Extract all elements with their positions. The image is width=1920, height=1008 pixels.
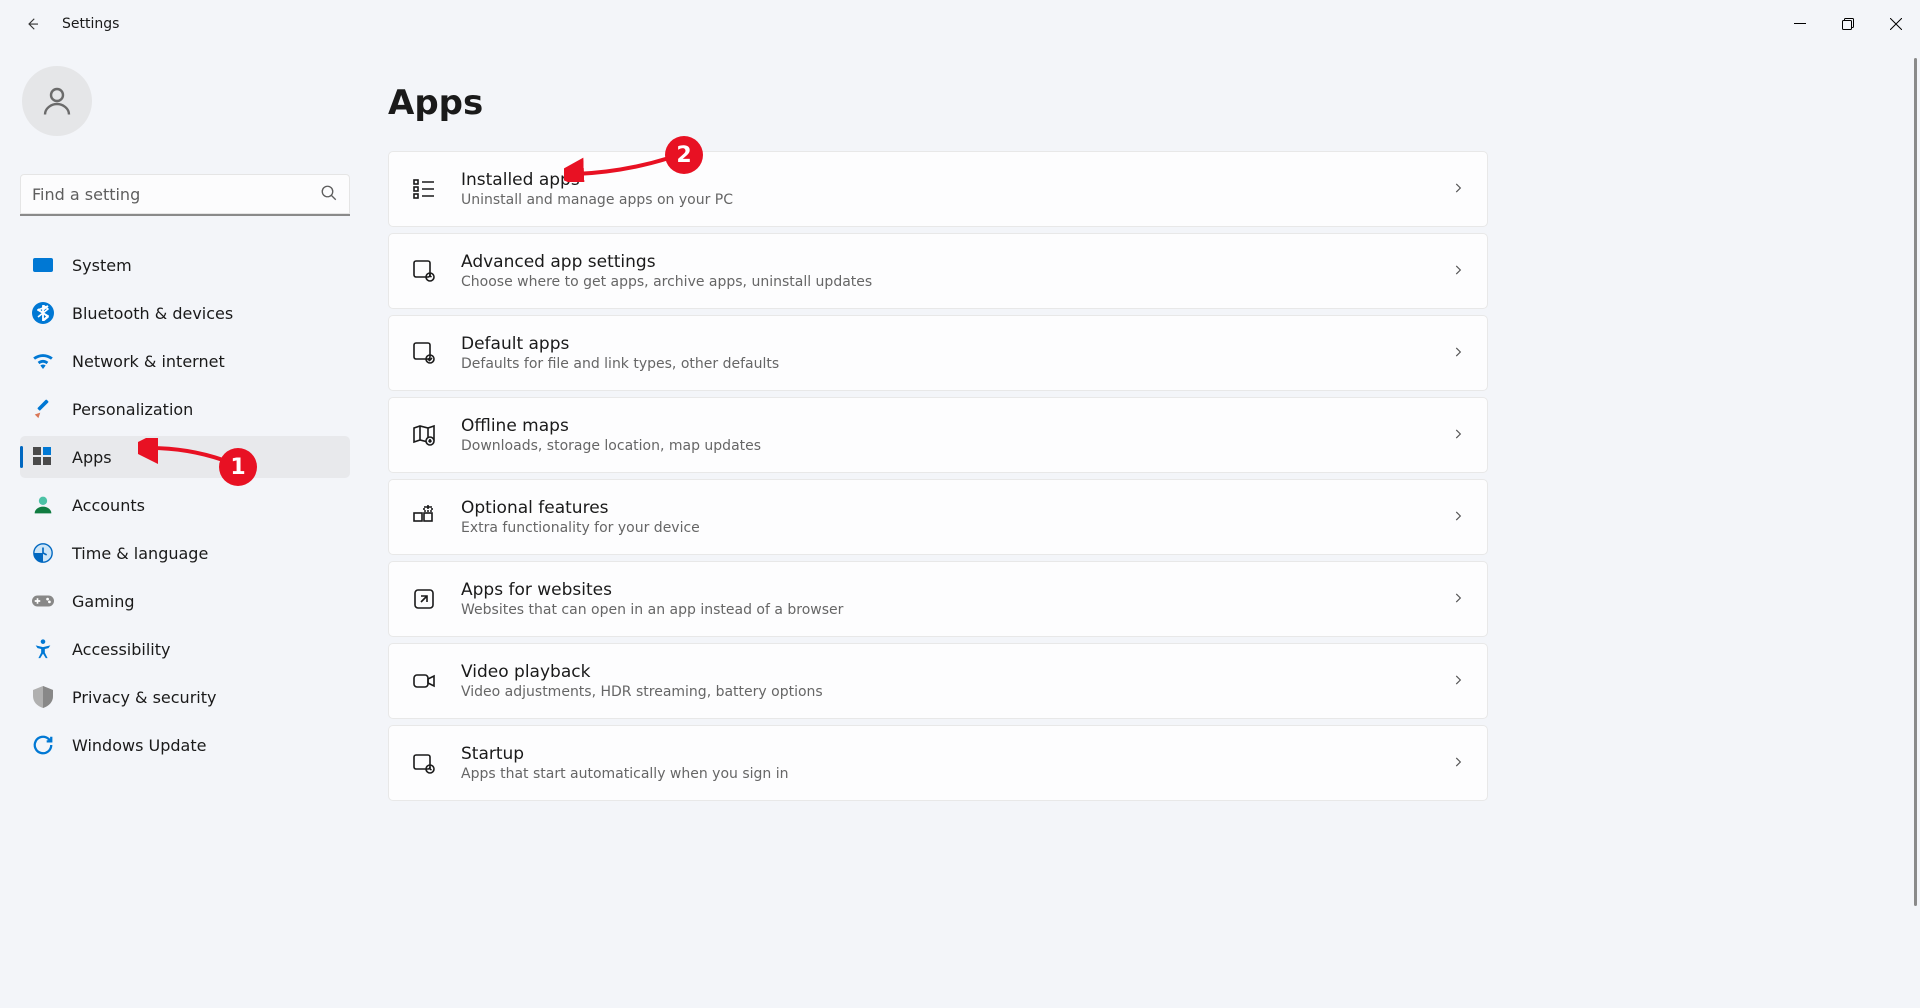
sidebar-item-gaming[interactable]: Gaming [20,580,350,622]
privacy-icon [32,686,54,708]
chevron-right-icon [1451,262,1465,281]
search-icon [320,184,338,206]
scrollbar-thumb[interactable] [1914,58,1917,906]
card-title: Apps for websites [461,580,1427,600]
titlebar: Settings [0,0,1920,48]
sidebar-item-accounts[interactable]: Accounts [20,484,350,526]
minimize-icon [1794,18,1806,30]
sidebar-item-time[interactable]: Time & language [20,532,350,574]
card-desc: Defaults for file and link types, other … [461,356,1427,372]
sidebar-item-windows-update[interactable]: Windows Update [20,724,350,766]
chevron-right-icon [1451,180,1465,199]
advanced-settings-icon [411,259,437,283]
optional-features-icon [411,505,437,529]
card-title: Video playback [461,662,1427,682]
sidebar-item-label: Accounts [72,496,145,515]
sidebar-item-label: Bluetooth & devices [72,304,233,323]
card-advanced-app-settings[interactable]: Advanced app settings Choose where to ge… [388,233,1488,309]
back-arrow-icon [23,15,41,33]
close-icon [1890,18,1902,30]
chevron-right-icon [1451,672,1465,691]
installed-apps-icon [411,177,437,201]
chevron-right-icon [1451,508,1465,527]
bluetooth-icon [32,302,54,324]
card-title: Offline maps [461,416,1427,436]
apps-websites-icon [411,587,437,611]
card-title: Startup [461,744,1427,764]
card-desc: Choose where to get apps, archive apps, … [461,274,1427,290]
search-input[interactable] [20,174,350,216]
video-playback-icon [411,669,437,693]
sidebar-item-label: Personalization [72,400,193,419]
maximize-icon [1842,18,1854,30]
chevron-right-icon [1451,590,1465,609]
card-installed-apps[interactable]: Installed apps Uninstall and manage apps… [388,151,1488,227]
sidebar-item-privacy[interactable]: Privacy & security [20,676,350,718]
card-desc: Extra functionality for your device [461,520,1427,536]
time-icon [32,542,54,564]
sidebar-item-system[interactable]: System [20,244,350,286]
annotation-badge-1: 1 [219,448,257,486]
card-desc: Apps that start automatically when you s… [461,766,1427,782]
sidebar-item-accessibility[interactable]: Accessibility [20,628,350,670]
close-button[interactable] [1872,0,1920,48]
gaming-icon [32,590,54,612]
default-apps-icon [411,341,437,365]
card-title: Optional features [461,498,1427,518]
sidebar-item-personalization[interactable]: Personalization [20,388,350,430]
sidebar-item-label: System [72,256,132,275]
card-list: Installed apps Uninstall and manage apps… [388,151,1488,801]
annotation-arrow-1 [138,438,228,474]
sidebar-item-bluetooth[interactable]: Bluetooth & devices [20,292,350,334]
chevron-right-icon [1451,426,1465,445]
main-content: Apps Installed apps Uninstall and manage… [370,48,1920,1008]
card-desc: Websites that can open in an app instead… [461,602,1427,618]
card-title: Default apps [461,334,1427,354]
card-video-playback[interactable]: Video playback Video adjustments, HDR st… [388,643,1488,719]
card-apps-for-websites[interactable]: Apps for websites Websites that can open… [388,561,1488,637]
page-title: Apps [388,83,1900,123]
sidebar-item-label: Privacy & security [72,688,216,707]
scrollbar[interactable] [1912,58,1918,1000]
card-default-apps[interactable]: Default apps Defaults for file and link … [388,315,1488,391]
annotation-arrow-2 [564,152,674,182]
search-box [20,174,350,216]
chevron-right-icon [1451,754,1465,773]
user-icon [39,83,75,119]
sidebar-item-label: Apps [72,448,112,467]
sidebar-item-network[interactable]: Network & internet [20,340,350,382]
network-icon [32,350,54,372]
card-desc: Video adjustments, HDR streaming, batter… [461,684,1427,700]
sidebar-item-label: Accessibility [72,640,170,659]
personalization-icon [32,398,54,420]
update-icon [32,734,54,756]
card-title: Advanced app settings [461,252,1427,272]
accounts-icon [32,494,54,516]
sidebar-item-label: Windows Update [72,736,206,755]
nav-list: System Bluetooth & devices Network & int… [20,244,350,766]
apps-icon [32,446,54,468]
sidebar: System Bluetooth & devices Network & int… [0,48,370,1008]
startup-icon [411,751,437,775]
card-offline-maps[interactable]: Offline maps Downloads, storage location… [388,397,1488,473]
minimize-button[interactable] [1776,0,1824,48]
sidebar-item-label: Gaming [72,592,135,611]
avatar[interactable] [22,66,92,136]
annotation-badge-2: 2 [665,136,703,174]
card-desc: Downloads, storage location, map updates [461,438,1427,454]
sidebar-item-label: Network & internet [72,352,225,371]
sidebar-item-label: Time & language [72,544,208,563]
card-startup[interactable]: Startup Apps that start automatically wh… [388,725,1488,801]
window-title: Settings [62,16,119,32]
card-optional-features[interactable]: Optional features Extra functionality fo… [388,479,1488,555]
system-icon [32,254,54,276]
offline-maps-icon [411,423,437,447]
back-button[interactable] [22,14,42,34]
accessibility-icon [32,638,54,660]
maximize-button[interactable] [1824,0,1872,48]
card-desc: Uninstall and manage apps on your PC [461,192,1427,208]
chevron-right-icon [1451,344,1465,363]
